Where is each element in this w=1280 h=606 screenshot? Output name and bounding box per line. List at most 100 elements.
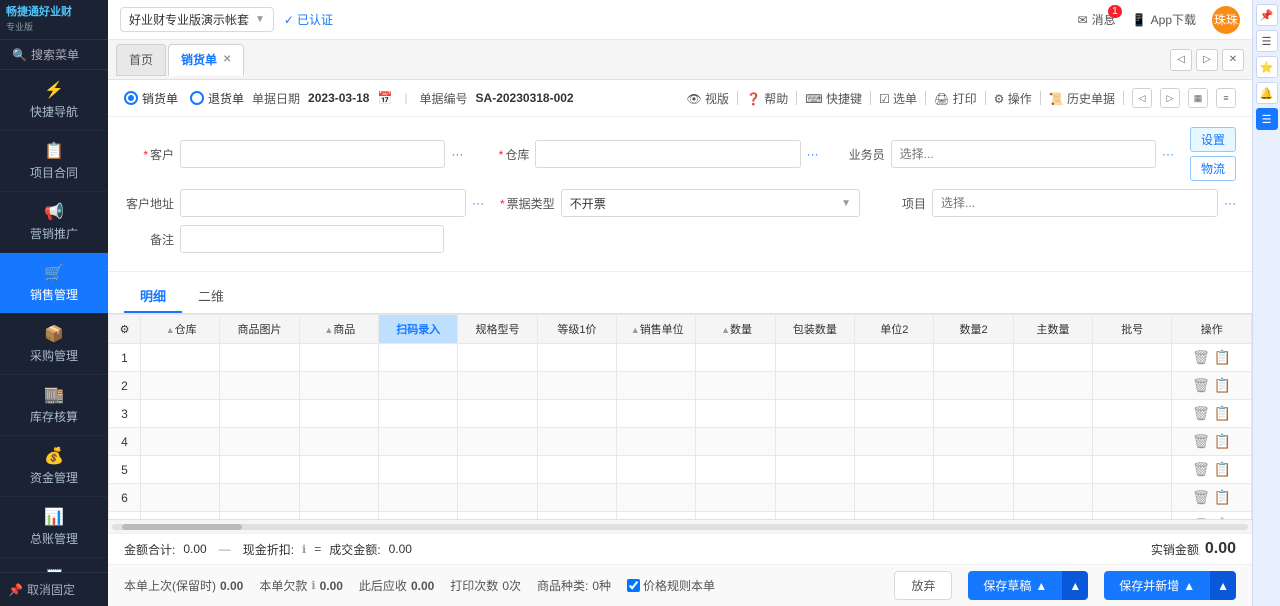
tab-close-icon[interactable]: ✕: [223, 54, 231, 65]
row-cell-7[interactable]: [696, 400, 775, 428]
row-cell-4[interactable]: [458, 400, 537, 428]
row-cell-2[interactable]: [299, 484, 378, 512]
row-cell-3[interactable]: [379, 428, 458, 456]
row-cell-5[interactable]: [537, 456, 616, 484]
price-check-item[interactable]: 价格规则本单: [627, 577, 715, 594]
row-cell-9[interactable]: [855, 428, 934, 456]
row-cell-3[interactable]: [379, 484, 458, 512]
row-cell-12[interactable]: [1093, 428, 1172, 456]
row-cell-6[interactable]: [617, 428, 696, 456]
th-settings[interactable]: ⚙: [109, 315, 141, 344]
row-cell-3[interactable]: [379, 400, 458, 428]
row-cell-11[interactable]: [1013, 456, 1092, 484]
sidebar-item-nav[interactable]: ⚡ 快捷导航: [0, 70, 108, 131]
header-layout2-btn[interactable]: ≡: [1216, 88, 1236, 108]
delete-icon[interactable]: 🗑: [1192, 349, 1210, 366]
save-new-button[interactable]: 保存并新增 ▲: [1104, 571, 1210, 600]
header-prev-btn[interactable]: ◁: [1132, 88, 1152, 108]
row-cell-1[interactable]: [220, 400, 299, 428]
sidebar-item-marketing[interactable]: 📢 营销推广: [0, 192, 108, 253]
delete-icon[interactable]: 🗑: [1192, 489, 1210, 506]
row-cell-0[interactable]: [141, 372, 220, 400]
radio-return[interactable]: 退货单: [190, 90, 244, 107]
row-cell-2[interactable]: [299, 372, 378, 400]
th-barcode[interactable]: 扫码录入: [379, 315, 458, 344]
row-cell-3[interactable]: [379, 456, 458, 484]
sidebar-item-project[interactable]: 📋 项目合同: [0, 131, 108, 192]
row-cell-8[interactable]: [775, 484, 854, 512]
row-cell-4[interactable]: [458, 484, 537, 512]
copy-icon[interactable]: 📋: [1214, 433, 1231, 450]
row-cell-4[interactable]: [458, 456, 537, 484]
print-action[interactable]: 🖨 打印: [934, 90, 977, 107]
row-cell-3[interactable]: [379, 512, 458, 520]
sub-tab-detail[interactable]: 明细: [124, 280, 182, 313]
row-cell-0[interactable]: [141, 400, 220, 428]
row-cell-6[interactable]: [617, 512, 696, 520]
copy-icon[interactable]: 📋: [1214, 377, 1231, 394]
header-next-btn[interactable]: ▷: [1160, 88, 1180, 108]
invoice-select[interactable]: 不开票 ▼: [561, 189, 860, 217]
row-cell-3[interactable]: [379, 372, 458, 400]
copy-icon[interactable]: 📋: [1214, 461, 1231, 478]
right-panel-btn-3[interactable]: ⭐: [1256, 56, 1278, 78]
sidebar-item-finance[interactable]: 💰 资金管理: [0, 436, 108, 497]
row-cell-10[interactable]: [934, 484, 1013, 512]
row-cell-9[interactable]: [855, 372, 934, 400]
row-cell-12[interactable]: [1093, 512, 1172, 520]
row-cell-7[interactable]: [696, 428, 775, 456]
row-cell-5[interactable]: [537, 428, 616, 456]
row-cell-11[interactable]: [1013, 400, 1092, 428]
copy-icon[interactable]: 📋: [1214, 405, 1231, 422]
row-cell-12[interactable]: [1093, 484, 1172, 512]
row-cell-9[interactable]: [855, 456, 934, 484]
radio-sale[interactable]: 销货单: [124, 90, 178, 107]
row-cell-10[interactable]: [934, 400, 1013, 428]
row-cell-12[interactable]: [1093, 344, 1172, 372]
sub-tab-2d[interactable]: 二维: [182, 280, 240, 313]
address-input[interactable]: [180, 189, 466, 217]
row-cell-5[interactable]: [537, 512, 616, 520]
delete-icon[interactable]: 🗑: [1192, 461, 1210, 478]
row-cell-1[interactable]: [220, 372, 299, 400]
row-cell-1[interactable]: [220, 512, 299, 520]
discount-info-icon[interactable]: ℹ: [302, 543, 306, 556]
select-action[interactable]: ☑ 选单: [879, 90, 917, 107]
row-cell-5[interactable]: [537, 484, 616, 512]
row-cell-9[interactable]: [855, 400, 934, 428]
view-action[interactable]: 👁 视版: [686, 90, 729, 107]
staff-input[interactable]: 选择...: [891, 140, 1156, 168]
row-cell-2[interactable]: [299, 428, 378, 456]
row-cell-1[interactable]: [220, 344, 299, 372]
row-cell-2[interactable]: [299, 400, 378, 428]
save-draft-button[interactable]: 保存草稿 ▲: [968, 571, 1062, 600]
row-cell-0[interactable]: [141, 344, 220, 372]
price-check-checkbox[interactable]: [627, 579, 640, 592]
tab-home[interactable]: 首页: [116, 44, 166, 76]
row-cell-8[interactable]: [775, 400, 854, 428]
sidebar-bottom[interactable]: 📌 取消固定: [0, 572, 108, 606]
row-cell-4[interactable]: [458, 512, 537, 520]
customer-input[interactable]: [180, 140, 445, 168]
staff-ellipsis[interactable]: ···: [1162, 147, 1174, 161]
sidebar-item-inventory[interactable]: 🏬 库存核算: [0, 375, 108, 436]
copy-icon[interactable]: 📋: [1214, 349, 1231, 366]
row-cell-12[interactable]: [1093, 456, 1172, 484]
copy-icon[interactable]: 📋: [1214, 489, 1231, 506]
row-cell-7[interactable]: [696, 344, 775, 372]
row-cell-6[interactable]: [617, 400, 696, 428]
project-ellipsis[interactable]: ···: [1224, 196, 1236, 210]
row-cell-7[interactable]: [696, 456, 775, 484]
sidebar-item-ledger[interactable]: 📊 总账管理: [0, 497, 108, 558]
row-cell-8[interactable]: [775, 428, 854, 456]
shortcut-action[interactable]: ⌨ 快捷键: [805, 90, 862, 107]
calendar-icon[interactable]: 📅: [377, 91, 392, 105]
save-new-dropdown-btn[interactable]: ▲: [1210, 571, 1236, 600]
row-cell-4[interactable]: [458, 372, 537, 400]
row-cell-5[interactable]: [537, 372, 616, 400]
tab-sale-order[interactable]: 销货单 ✕: [168, 44, 244, 76]
project-input[interactable]: [932, 189, 1218, 217]
row-cell-2[interactable]: [299, 512, 378, 520]
row-cell-11[interactable]: [1013, 484, 1092, 512]
scroll-bar[interactable]: [108, 519, 1252, 533]
